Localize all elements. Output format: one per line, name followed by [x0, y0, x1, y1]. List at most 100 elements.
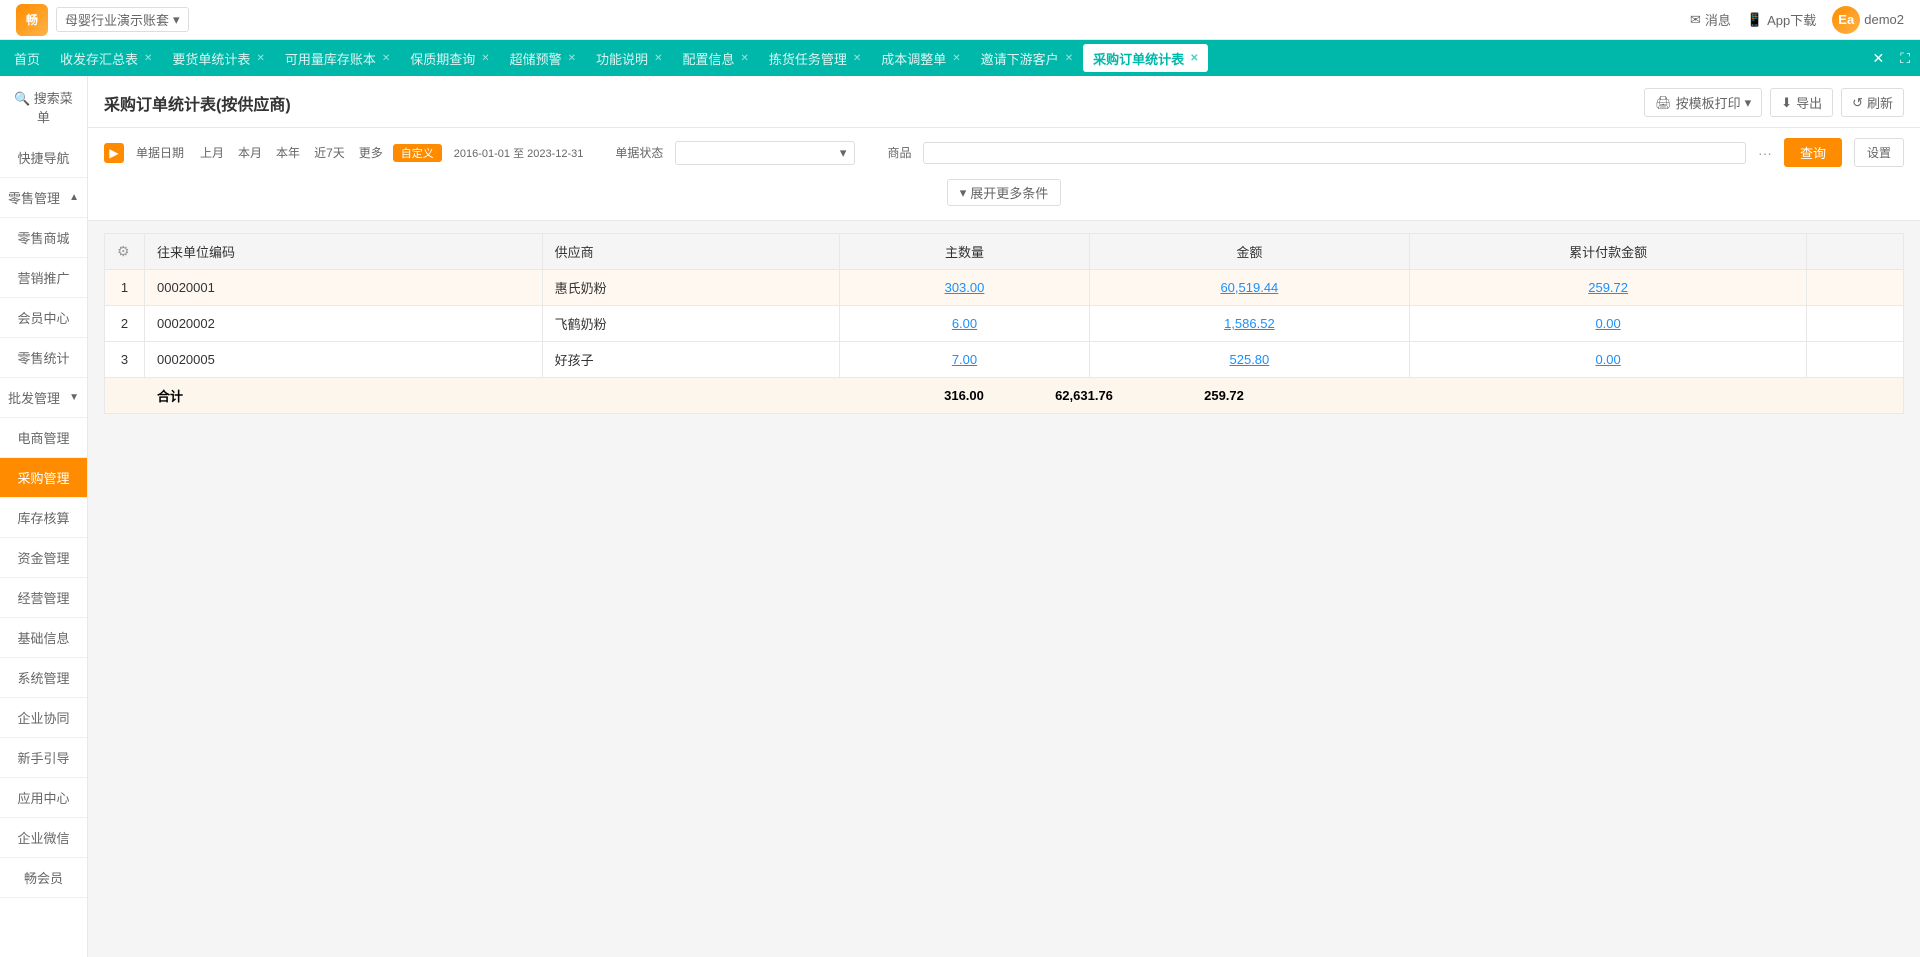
- goods-input[interactable]: [923, 142, 1746, 164]
- logo-area: 畅: [16, 4, 48, 36]
- sidebar-item-jichu[interactable]: 基础信息: [0, 618, 87, 658]
- sidebar-quick-nav-label: 快捷导航: [17, 148, 69, 167]
- shortcut-more[interactable]: 更多: [355, 143, 387, 162]
- filter-area: ▶ 单据日期 上月 本月 本年 近7天 更多 自定义 2016-01-01 至 …: [88, 128, 1920, 221]
- shortcut-7days[interactable]: 近7天: [310, 143, 349, 162]
- tab-bar-actions: ✕ ⛶: [1866, 48, 1916, 69]
- tab-shoufacun[interactable]: 收发存汇总表 ✕: [50, 44, 162, 72]
- tab-caigou-active[interactable]: 采购订单统计表 ✕: [1083, 44, 1208, 72]
- sidebar-search[interactable]: 🔍 搜索菜单: [0, 76, 87, 138]
- sidebar-item-zijin[interactable]: 资金管理: [0, 538, 87, 578]
- tab-chengben[interactable]: 成本调整单 ✕: [871, 44, 970, 72]
- export-button[interactable]: ⬇ 导出: [1770, 88, 1833, 117]
- tab-restore-icon[interactable]: ⛶: [1894, 48, 1916, 69]
- sidebar-item-xitong[interactable]: 系统管理: [0, 658, 87, 698]
- cell-main-qty: 303.00: [839, 270, 1089, 306]
- sidebar-item-dianshang[interactable]: 电商管理: [0, 418, 87, 458]
- tab-jianhuo[interactable]: 拣货任务管理 ✕: [759, 44, 871, 72]
- sidebar-item-weixin[interactable]: 企业微信: [0, 818, 87, 858]
- tab-gongneng[interactable]: 功能说明 ✕: [586, 44, 672, 72]
- cell-paid-amount: 259.72: [1409, 270, 1807, 306]
- tab-gongneng-close-icon[interactable]: ✕: [654, 53, 662, 64]
- footer-main-qty: 316.00: [904, 388, 1024, 403]
- tab-home-label: 首页: [14, 49, 40, 68]
- shortcut-this-year[interactable]: 本年: [272, 143, 304, 162]
- tab-gongneng-label: 功能说明: [596, 49, 648, 68]
- page-header: 采购订单统计表(按供应商) 🖨 按模板打印 ▾ ⬇ 导出 ↺ 刷新: [88, 76, 1920, 128]
- sidebar-item-lingshoutj-label: 零售统计: [17, 348, 69, 367]
- refresh-button[interactable]: ↺ 刷新: [1841, 88, 1904, 117]
- status-select[interactable]: ▾: [675, 141, 855, 165]
- custom-date-tag[interactable]: 自定义: [393, 144, 442, 162]
- shortcut-this-month[interactable]: 本月: [234, 143, 266, 162]
- sidebar-item-yingyong[interactable]: 应用中心: [0, 778, 87, 818]
- sidebar-item-changhui[interactable]: 畅会员: [0, 858, 87, 898]
- settings-button[interactable]: 设置: [1854, 138, 1904, 167]
- sidebar-item-qiye[interactable]: 企业协同: [0, 698, 87, 738]
- table-row[interactable]: 3 00020005 好孩子 7.00 525.80 0.00: [105, 342, 1904, 378]
- app-download-button[interactable]: 📱 App下载: [1747, 10, 1816, 29]
- top-bar: 畅 母婴行业演示账套 ▾ ✉ 消息 📱 App下载 Ea demo2: [0, 0, 1920, 40]
- tab-yaohuo-close-icon[interactable]: ✕: [256, 53, 264, 64]
- tab-chaochu[interactable]: 超储预警 ✕: [500, 44, 586, 72]
- filter-row-1: ▶ 单据日期 上月 本月 本年 近7天 更多 自定义 2016-01-01 至 …: [104, 138, 1904, 167]
- th-amount: 金额: [1089, 234, 1409, 270]
- sidebar-item-xinshou[interactable]: 新手引导: [0, 738, 87, 778]
- tab-keyongliang[interactable]: 可用量库存账本 ✕: [275, 44, 400, 72]
- tab-keyongliang-close-icon[interactable]: ✕: [382, 53, 390, 64]
- goods-more-icon[interactable]: ···: [1758, 145, 1772, 161]
- app-download-label: App下载: [1767, 10, 1816, 29]
- sidebar-item-pifaguan[interactable]: 批发管理 ▼: [0, 378, 87, 418]
- query-button[interactable]: 查询: [1784, 138, 1842, 167]
- sidebar-item-jichu-label: 基础信息: [17, 628, 69, 647]
- tab-baozhi-close-icon[interactable]: ✕: [481, 53, 489, 64]
- column-settings-icon[interactable]: ⚙: [117, 243, 130, 259]
- tab-baozhi[interactable]: 保质期查询 ✕: [400, 44, 499, 72]
- footer-paid-amount-value: 259.72: [1204, 388, 1244, 403]
- cell-supplier: 好孩子: [542, 342, 839, 378]
- username-label: demo2: [1864, 12, 1904, 27]
- tab-chengben-close-icon[interactable]: ✕: [952, 53, 960, 64]
- sidebar-item-changhui-label: 畅会员: [24, 868, 63, 887]
- tab-shoufacun-close-icon[interactable]: ✕: [144, 53, 152, 64]
- message-button[interactable]: ✉ 消息: [1690, 10, 1731, 29]
- tab-yaoqing-close-icon[interactable]: ✕: [1065, 53, 1073, 64]
- tab-close-all-icon[interactable]: ✕: [1866, 48, 1890, 69]
- tab-jianhuo-close-icon[interactable]: ✕: [853, 53, 861, 64]
- sidebar-item-kucun-label: 库存核算: [17, 508, 69, 527]
- table-row[interactable]: 1 00020001 惠氏奶粉 303.00 60,519.44 259.72: [105, 270, 1904, 306]
- export-label: 导出: [1796, 93, 1822, 112]
- sidebar-item-xinshou-label: 新手引导: [17, 748, 69, 767]
- sidebar-item-quick-nav[interactable]: 快捷导航: [0, 138, 87, 178]
- breadcrumb-text: 母婴行业演示账套: [65, 10, 169, 29]
- tab-peizhi-label: 配置信息: [682, 49, 734, 68]
- tab-caigou-close-icon[interactable]: ✕: [1190, 53, 1198, 64]
- tab-peizhi-close-icon[interactable]: ✕: [740, 53, 748, 64]
- sidebar-item-jingying[interactable]: 经营管理: [0, 578, 87, 618]
- tab-yaoqing[interactable]: 邀请下游客户 ✕: [971, 44, 1083, 72]
- tab-chaochu-close-icon[interactable]: ✕: [568, 53, 576, 64]
- user-menu[interactable]: Ea demo2: [1832, 6, 1904, 34]
- sidebar-item-lingshoucheng[interactable]: 零售商城: [0, 218, 87, 258]
- sidebar-item-yingxiao[interactable]: 营销推广: [0, 258, 87, 298]
- template-print-button[interactable]: 🖨 按模板打印 ▾: [1644, 88, 1762, 117]
- cell-amount: 525.80: [1089, 342, 1409, 378]
- avatar: Ea: [1832, 6, 1860, 34]
- shortcut-last-month[interactable]: 上月: [196, 143, 228, 162]
- sidebar-item-caigou-label: 采购管理: [17, 468, 69, 487]
- expand-more-button[interactable]: ▾ 展开更多条件: [947, 179, 1062, 206]
- footer-paid-amount: 259.72: [1144, 388, 1304, 403]
- sidebar-item-lingshouguan[interactable]: 零售管理 ▲: [0, 178, 87, 218]
- tab-yaohuo[interactable]: 要货单统计表 ✕: [162, 44, 274, 72]
- cell-no: 2: [105, 306, 145, 342]
- sidebar-item-caigou[interactable]: 采购管理: [0, 458, 87, 498]
- table-row[interactable]: 2 00020002 飞鹤奶粉 6.00 1,586.52 0.00: [105, 306, 1904, 342]
- sidebar-item-lingshoutj[interactable]: 零售统计: [0, 338, 87, 378]
- filter-toggle-button[interactable]: ▶: [104, 143, 124, 163]
- tab-home[interactable]: 首页: [4, 44, 50, 72]
- sidebar-item-kucun[interactable]: 库存核算: [0, 498, 87, 538]
- tab-peizhi[interactable]: 配置信息 ✕: [672, 44, 758, 72]
- breadcrumb-selector[interactable]: 母婴行业演示账套 ▾: [56, 7, 189, 32]
- cell-unit-code: 00020005: [145, 342, 543, 378]
- sidebar-item-huiyuan[interactable]: 会员中心: [0, 298, 87, 338]
